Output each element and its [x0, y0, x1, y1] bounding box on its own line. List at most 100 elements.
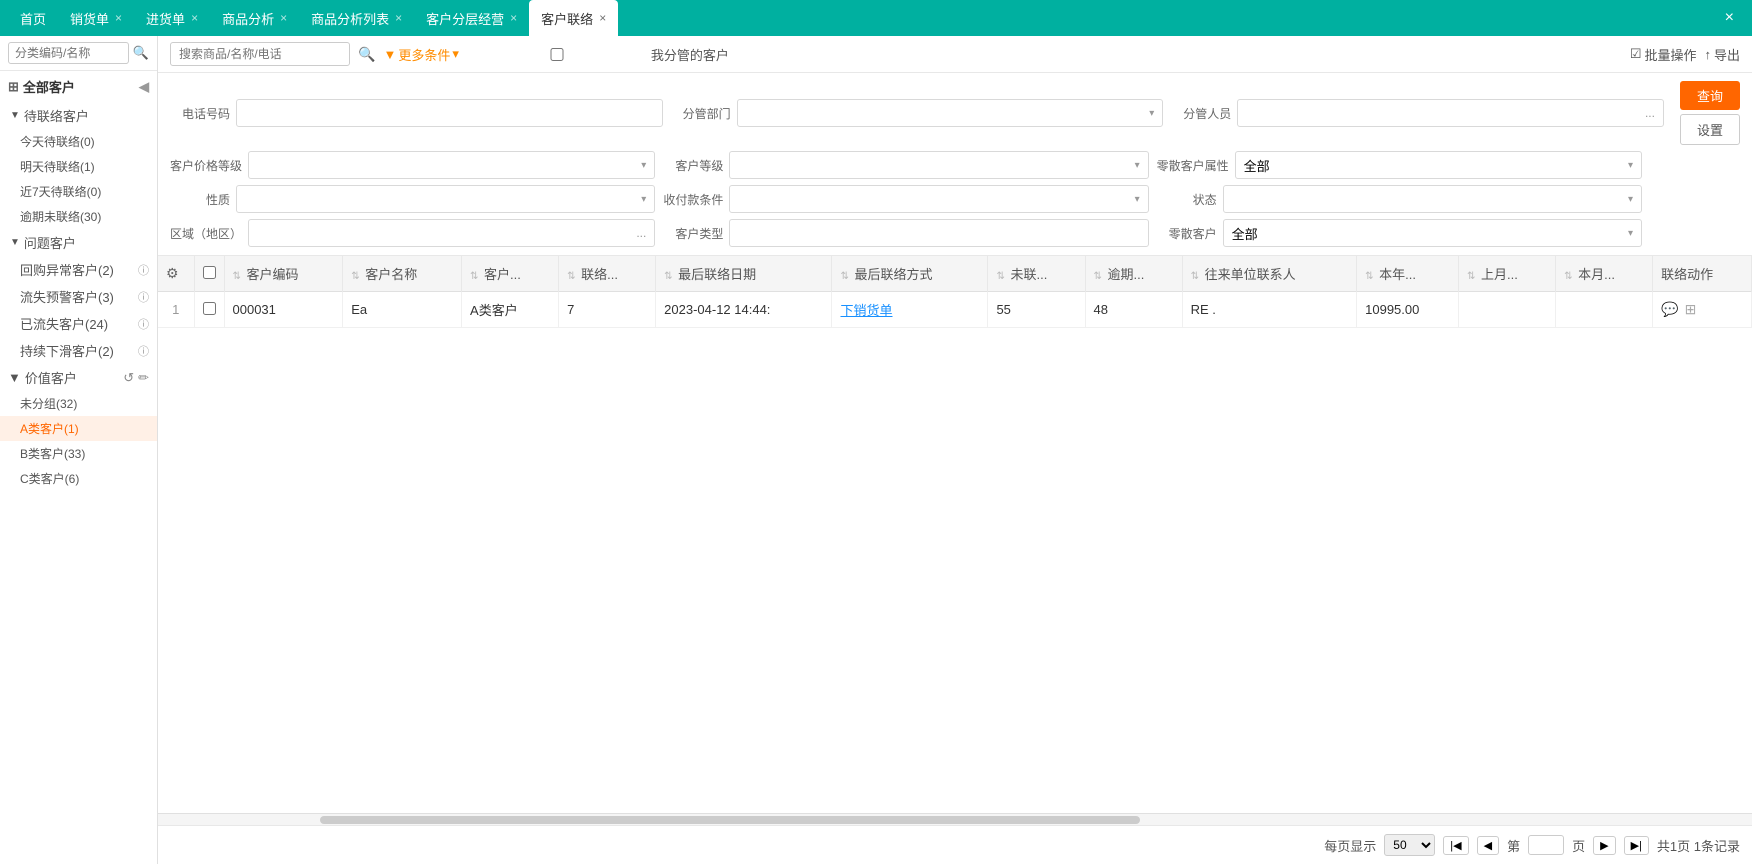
filter-phone-input[interactable] [236, 99, 663, 127]
scrollbar-thumb[interactable] [320, 816, 1140, 824]
close-customer-seg-tab-icon[interactable]: × [510, 11, 517, 25]
filter-nature-label: 性质 [170, 191, 230, 208]
filter-row-4: 区域（地区） ... 客户类型 零散客户 全部 ▾ [170, 219, 1740, 247]
close-analysis-tab-icon[interactable]: × [280, 11, 287, 25]
filter-price-select[interactable]: ▾ [248, 151, 655, 179]
filter-retail-prop-select[interactable]: 全部 ▾ [1235, 151, 1642, 179]
nav-tab-purchase[interactable]: 进货单 × [134, 0, 210, 36]
nav-tab-home[interactable]: 首页 [8, 0, 58, 36]
contact-method-link[interactable]: 下销货单 [840, 303, 892, 318]
filter-region: 区域（地区） ... [170, 219, 655, 247]
collapse-icon[interactable]: ◀ [139, 79, 149, 95]
my-customers-checkbox[interactable] [467, 48, 647, 61]
sidebar-item-unclassified[interactable]: 未分组(32) [0, 391, 157, 416]
first-page-button[interactable]: |◀ [1443, 836, 1468, 855]
filter-region-label: 区域（地区） [170, 225, 242, 242]
filter-status-label: 状态 [1157, 191, 1217, 208]
filter-retail: 零散客户 全部 ▾ [1157, 219, 1642, 247]
current-page-input[interactable]: 1 [1528, 835, 1564, 855]
filter-payment-select[interactable]: ▾ [729, 185, 1148, 213]
price-chevron-icon: ▾ [641, 160, 646, 171]
sidebar-item-c-class[interactable]: C类客户(6) [0, 466, 157, 491]
toolbar-search-button[interactable]: 🔍 [358, 46, 375, 63]
more-filters-button[interactable]: ▼ 更多条件 ▾ [383, 45, 458, 64]
batch-op-link[interactable]: ☑ 批量操作 [1630, 45, 1697, 64]
nav-tab-sales[interactable]: 销货单 × [58, 0, 134, 36]
chat-icon[interactable]: 💬 [1661, 301, 1678, 318]
filter-price-level: 客户价格等级 ▾ [170, 151, 655, 179]
company-contact-cell: RE . [1182, 292, 1357, 328]
last-page-button[interactable]: ▶| [1624, 836, 1649, 855]
value-customers-group[interactable]: ▼ 价值客户 ↺ ✏ [0, 364, 157, 391]
sort-icon-method: ⇅ [840, 271, 848, 282]
row-checkbox[interactable] [203, 302, 216, 315]
close-purchase-tab-icon[interactable]: × [191, 11, 198, 25]
filter-retail-select[interactable]: 全部 ▾ [1223, 219, 1642, 247]
edit-icon[interactable]: ✏ [138, 370, 149, 386]
filter-person-select[interactable]: ... [1237, 99, 1664, 127]
filter-region-select[interactable]: ... [248, 219, 655, 247]
sidebar-search-icon[interactable]: 🔍 [133, 45, 149, 61]
all-customers-header[interactable]: ⊞ 全部客户 ◀ [0, 71, 157, 102]
sidebar-item-7days[interactable]: 近7天待联络(0) [0, 179, 157, 204]
my-customers-checkbox-label[interactable]: 我分管的客户 [467, 45, 729, 64]
refresh-icon[interactable]: ↺ [123, 370, 134, 386]
select-all-checkbox[interactable] [203, 266, 216, 279]
sidebar-item-b-class[interactable]: B类客户(33) [0, 441, 157, 466]
toolbar-search-input[interactable] [170, 42, 350, 66]
filter-dept-select[interactable]: ▾ [737, 99, 1164, 127]
filter-person-label: 分管人员 [1171, 105, 1231, 122]
export-link[interactable]: ↑ 导出 [1704, 45, 1740, 64]
pending-contact-group[interactable]: ▼ 待联络客户 [0, 102, 157, 129]
page-suffix-label: 页 [1572, 836, 1585, 855]
filter-status-select[interactable]: ▾ [1223, 185, 1642, 213]
prev-page-button[interactable]: ◀ [1477, 836, 1499, 855]
search-button[interactable]: 查询 [1680, 81, 1740, 110]
filter-area: 电话号码 分管部门 ▾ 分管人员 ... [158, 73, 1752, 256]
sidebar-item-tomorrow[interactable]: 明天待联络(1) [0, 154, 157, 179]
grid-action-icon[interactable]: ⊞ [1685, 301, 1697, 318]
sidebar-search-input[interactable] [8, 42, 129, 64]
col-code: ⇅ 客户编码 [224, 256, 343, 292]
column-settings-button[interactable]: ⚙ [166, 265, 179, 282]
filter-retail-prop-label: 零散客户属性 [1157, 157, 1229, 174]
export-icon: ↑ [1704, 47, 1711, 62]
filter-nature-select[interactable]: ▾ [236, 185, 655, 213]
sidebar-search-area: 🔍 [0, 36, 157, 71]
close-analysis-list-tab-icon[interactable]: × [395, 11, 402, 25]
col-last-contact-date: ⇅ 最后联络日期 [656, 256, 832, 292]
this-month-cell [1556, 292, 1653, 328]
contact-count-cell: 7 [559, 292, 656, 328]
filter-customer-type: 客户类型 [663, 219, 1148, 247]
sidebar-item-a-class[interactable]: A类客户(1) [0, 416, 157, 441]
sort-icon-company: ⇅ [1191, 271, 1199, 282]
sidebar-item-repurchase[interactable]: 回购异常客户(2) ⓘ [0, 256, 157, 283]
nav-tab-analysis[interactable]: 商品分析 × [210, 0, 299, 36]
nav-tab-customer-seg[interactable]: 客户分层经营 × [414, 0, 529, 36]
batch-icon: ☑ [1630, 46, 1642, 62]
sidebar-item-today[interactable]: 今天待联络(0) [0, 129, 157, 154]
nav-tab-analysis-list[interactable]: 商品分析列表 × [299, 0, 414, 36]
col-gear: ⚙ [158, 256, 194, 292]
sidebar-item-declining[interactable]: 持续下滑客户(2) ⓘ [0, 337, 157, 364]
sidebar-item-churned[interactable]: 已流失客户(24) ⓘ [0, 310, 157, 337]
sidebar-item-overdue[interactable]: 逾期未联络(30) [0, 204, 157, 229]
horizontal-scrollbar[interactable] [158, 813, 1752, 825]
top-navigation: 首页 销货单 × 进货单 × 商品分析 × 商品分析列表 × 客户分层经营 × … [0, 0, 1752, 36]
nav-tab-customer-contact[interactable]: 客户联络 × [529, 0, 618, 36]
problem-customers-group[interactable]: ▼ 问题客户 [0, 229, 157, 256]
close-customer-contact-tab-icon[interactable]: × [599, 11, 606, 25]
sidebar-item-churn-warning[interactable]: 流失预警客户(3) ⓘ [0, 283, 157, 310]
sort-icon-year: ⇅ [1365, 271, 1373, 282]
close-sales-tab-icon[interactable]: × [115, 11, 122, 25]
per-page-select[interactable]: 50 100 200 [1384, 834, 1435, 856]
setting-button[interactable]: 设置 [1680, 114, 1740, 145]
no-contact-days-cell: 55 [988, 292, 1085, 328]
table-row: 1 000031 Ea A类客户 7 2023-04-12 14:44: 下销货… [158, 292, 1752, 328]
next-page-button[interactable]: ▶ [1593, 836, 1615, 855]
filter-customer-type-select[interactable] [729, 219, 1148, 247]
window-close-icon[interactable]: × [1715, 9, 1744, 27]
dept-chevron-icon: ▾ [1149, 108, 1154, 119]
level-chevron-icon: ▾ [1135, 160, 1140, 171]
filter-customer-level-select[interactable]: ▾ [729, 151, 1148, 179]
